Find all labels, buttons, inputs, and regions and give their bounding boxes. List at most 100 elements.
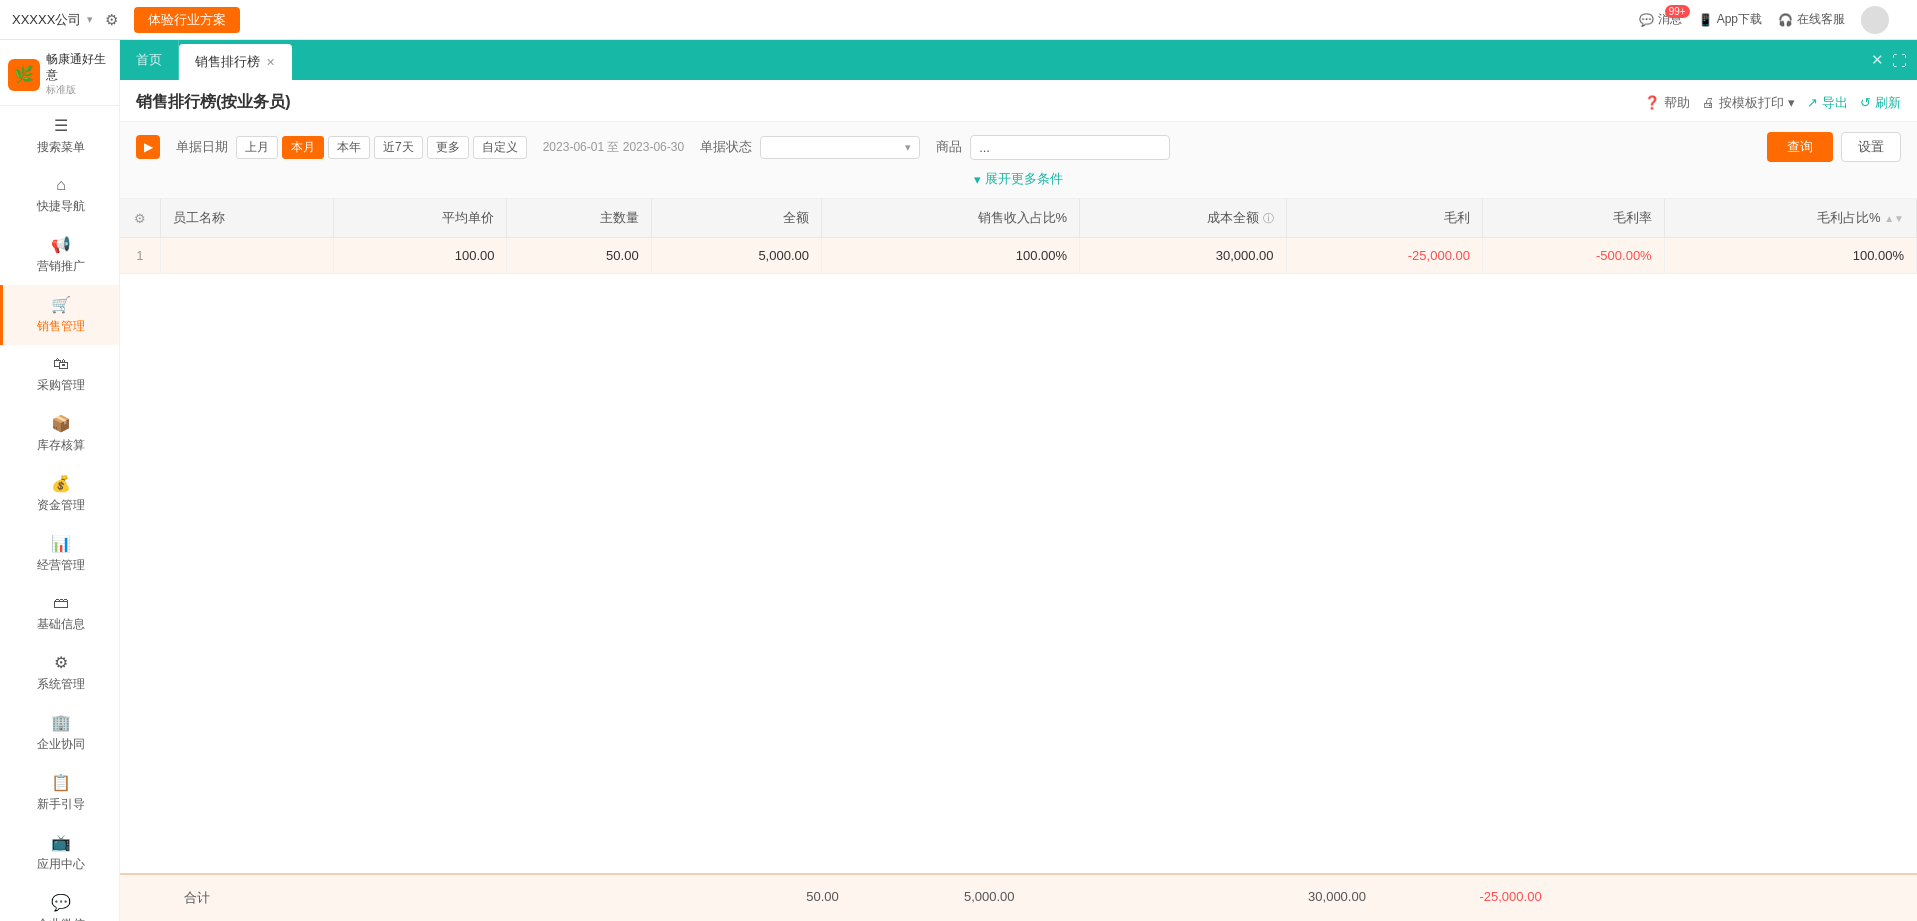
footer-gross-rate [1554,883,1730,913]
export-icon: ↗ [1807,95,1818,110]
cell-name [160,238,333,274]
message-button[interactable]: 💬 消息 99+ [1639,11,1682,28]
col-settings[interactable]: ⚙ [120,199,160,238]
table-footer: 合计 50.00 5,000.00 30,000.00 -25,000.00 [120,873,1917,921]
refresh-label: 刷新 [1875,94,1901,112]
sidebar-label-guide: 新手引导 [37,796,85,813]
table-header-row: ⚙ 员工名称 平均单价 主数量 全额 销售收入占比% 成本全额 ⓘ 毛利 毛利率… [120,199,1917,238]
col-name: 员工名称 [160,199,333,238]
message-icon: 💬 [1639,13,1654,27]
date-btn-7days[interactable]: 近7天 [374,136,423,159]
sidebar-item-quick-nav[interactable]: ⌂ 快捷导航 [0,166,119,225]
goods-label: 商品 [936,138,962,156]
export-button[interactable]: ↗ 导出 [1807,94,1848,112]
sidebar-item-search-order[interactable]: ☰ 搜索菜单 [0,106,119,166]
app-label: App下载 [1717,11,1762,28]
company-selector[interactable]: XXXXX公司 ▾ [12,11,93,29]
cell-rank: 1 [120,238,160,274]
template-print-button[interactable]: 🖨 按模板打印 ▾ [1702,94,1795,112]
sidebar-item-app-center[interactable]: 📺 应用中心 [0,823,119,883]
refresh-icon: ↺ [1860,95,1871,110]
sidebar-item-inventory[interactable]: 📦 库存核算 [0,404,119,464]
sidebar-item-basics[interactable]: 🗃 基础信息 [0,584,119,643]
date-btn-this-year[interactable]: 本年 [328,136,370,159]
page-title: 销售排行榜(按业务员) [136,92,291,113]
date-btn-last-month[interactable]: 上月 [236,136,278,159]
filter-setting-button[interactable]: 设置 [1841,132,1901,162]
footer-total: 5,000.00 [851,883,1027,913]
sidebar-item-sales[interactable]: 🛒 销售管理 [0,285,119,345]
filter-goods: 商品 ... [936,135,1170,160]
cell-sales-ratio: 100.00% [822,238,1080,274]
refresh-button[interactable]: ↺ 刷新 [1860,94,1901,112]
help-label: 帮助 [1664,94,1690,112]
settings-icon[interactable]: ⚙ [105,11,118,29]
avatar[interactable] [1861,6,1889,34]
tab-close-icon[interactable]: ✕ [266,56,275,69]
footer-total-label: 合计 [172,883,499,913]
sidebar-label-search: 搜索菜单 [37,139,85,156]
sidebar-label-inventory: 库存核算 [37,437,85,454]
date-btn-more[interactable]: 更多 [427,136,469,159]
cost-info-icon[interactable]: ⓘ [1263,212,1274,224]
sidebar-label-sales: 销售管理 [37,318,85,335]
footer-gross-ratio [1729,883,1905,913]
sidebar-label-enterprise: 企业协同 [37,736,85,753]
col-cost-total: 成本全额 ⓘ [1080,199,1286,238]
table-area: ⚙ 员工名称 平均单价 主数量 全额 销售收入占比% 成本全额 ⓘ 毛利 毛利率… [120,199,1917,873]
date-btn-this-month[interactable]: 本月 [282,136,324,159]
cell-gross-ratio: 100.00% [1664,238,1916,274]
tab-sales-rank-label: 销售排行榜 [195,53,260,71]
tab-close-all-icon[interactable]: ✕ [1871,51,1884,69]
sidebar-label-finance: 资金管理 [37,497,85,514]
tab-home-label: 首页 [136,51,162,69]
sidebar-logo: 🌿 畅康通好生意 标准版 [0,40,119,106]
content-area: 首页 销售排行榜 ✕ ✕ ⛶ 销售排行榜(按业务员) ❓ 帮助 [120,40,1917,921]
sidebar-item-wechat[interactable]: 💬 企业微信 [0,883,119,921]
sidebar-label-wechat: 企业微信 [37,916,85,921]
filter-arrow-icon[interactable]: ▶ [136,135,160,159]
cell-gross: -25,000.00 [1286,238,1482,274]
top-bar-right: 💬 消息 99+ 📱 App下载 🎧 在线客服 [1639,6,1905,34]
sidebar-label-basics: 基础信息 [37,616,85,633]
help-button[interactable]: ❓ 帮助 [1644,94,1690,112]
footer-avg-price [499,883,675,913]
goods-select[interactable]: ... [970,135,1170,160]
sidebar-item-enterprise[interactable]: 🏢 企业协同 [0,703,119,763]
query-button[interactable]: 查询 [1767,132,1833,162]
inventory-icon: 📦 [51,414,71,433]
sidebar-item-finance[interactable]: 💰 资金管理 [0,464,119,524]
sidebar-item-purchase[interactable]: 🛍 采购管理 [0,345,119,404]
template-print-label: 按模板打印 [1719,94,1784,112]
sidebar-item-operations[interactable]: 📊 经营管理 [0,524,119,584]
expand-icon: ▾ [974,172,981,187]
col-avg-price: 平均单价 [333,199,506,238]
service-button[interactable]: 🎧 在线客服 [1778,11,1845,28]
sidebar-item-system[interactable]: ⚙ 系统管理 [0,643,119,703]
trial-button[interactable]: 体验行业方案 [134,7,240,33]
expand-filters-button[interactable]: ▾ 展开更多条件 [974,170,1063,188]
status-select[interactable]: ▾ [760,136,920,159]
tab-bar: 首页 销售排行榜 ✕ ✕ ⛶ [120,40,1917,80]
sidebar-item-guide[interactable]: 📋 新手引导 [0,763,119,823]
status-label: 单据状态 [700,138,752,156]
filter-status: 单据状态 ▾ [700,136,920,159]
tab-expand-icon[interactable]: ⛶ [1892,52,1907,69]
table-row: 1 100.00 50.00 5,000.00 100.00% 30,000.0… [120,238,1917,274]
sidebar: 🌿 畅康通好生意 标准版 ☰ 搜索菜单 ⌂ 快捷导航 📢 营销推广 🛒 销售管理… [0,40,120,921]
date-btn-custom[interactable]: 自定义 [473,136,527,159]
sidebar-item-marketing[interactable]: 📢 营销推广 [0,225,119,285]
basics-icon: 🗃 [53,594,69,612]
sidebar-label-app-center: 应用中心 [37,856,85,873]
app-download-button[interactable]: 📱 App下载 [1698,11,1762,28]
tab-sales-rank[interactable]: 销售排行榜 ✕ [179,44,292,80]
sidebar-label-quick-nav: 快捷导航 [37,198,85,215]
filter-right-actions: 查询 设置 [1767,132,1901,162]
marketing-icon: 📢 [51,235,71,254]
footer-sales-ratio [1027,883,1203,913]
col-total: 全额 [651,199,821,238]
tab-home[interactable]: 首页 [120,40,179,80]
page-header: 销售排行榜(按业务员) ❓ 帮助 🖨 按模板打印 ▾ ↗ 导出 [120,80,1917,122]
col-sales-ratio: 销售收入占比% [822,199,1080,238]
sort-icon[interactable]: ▲▼ [1884,213,1904,224]
